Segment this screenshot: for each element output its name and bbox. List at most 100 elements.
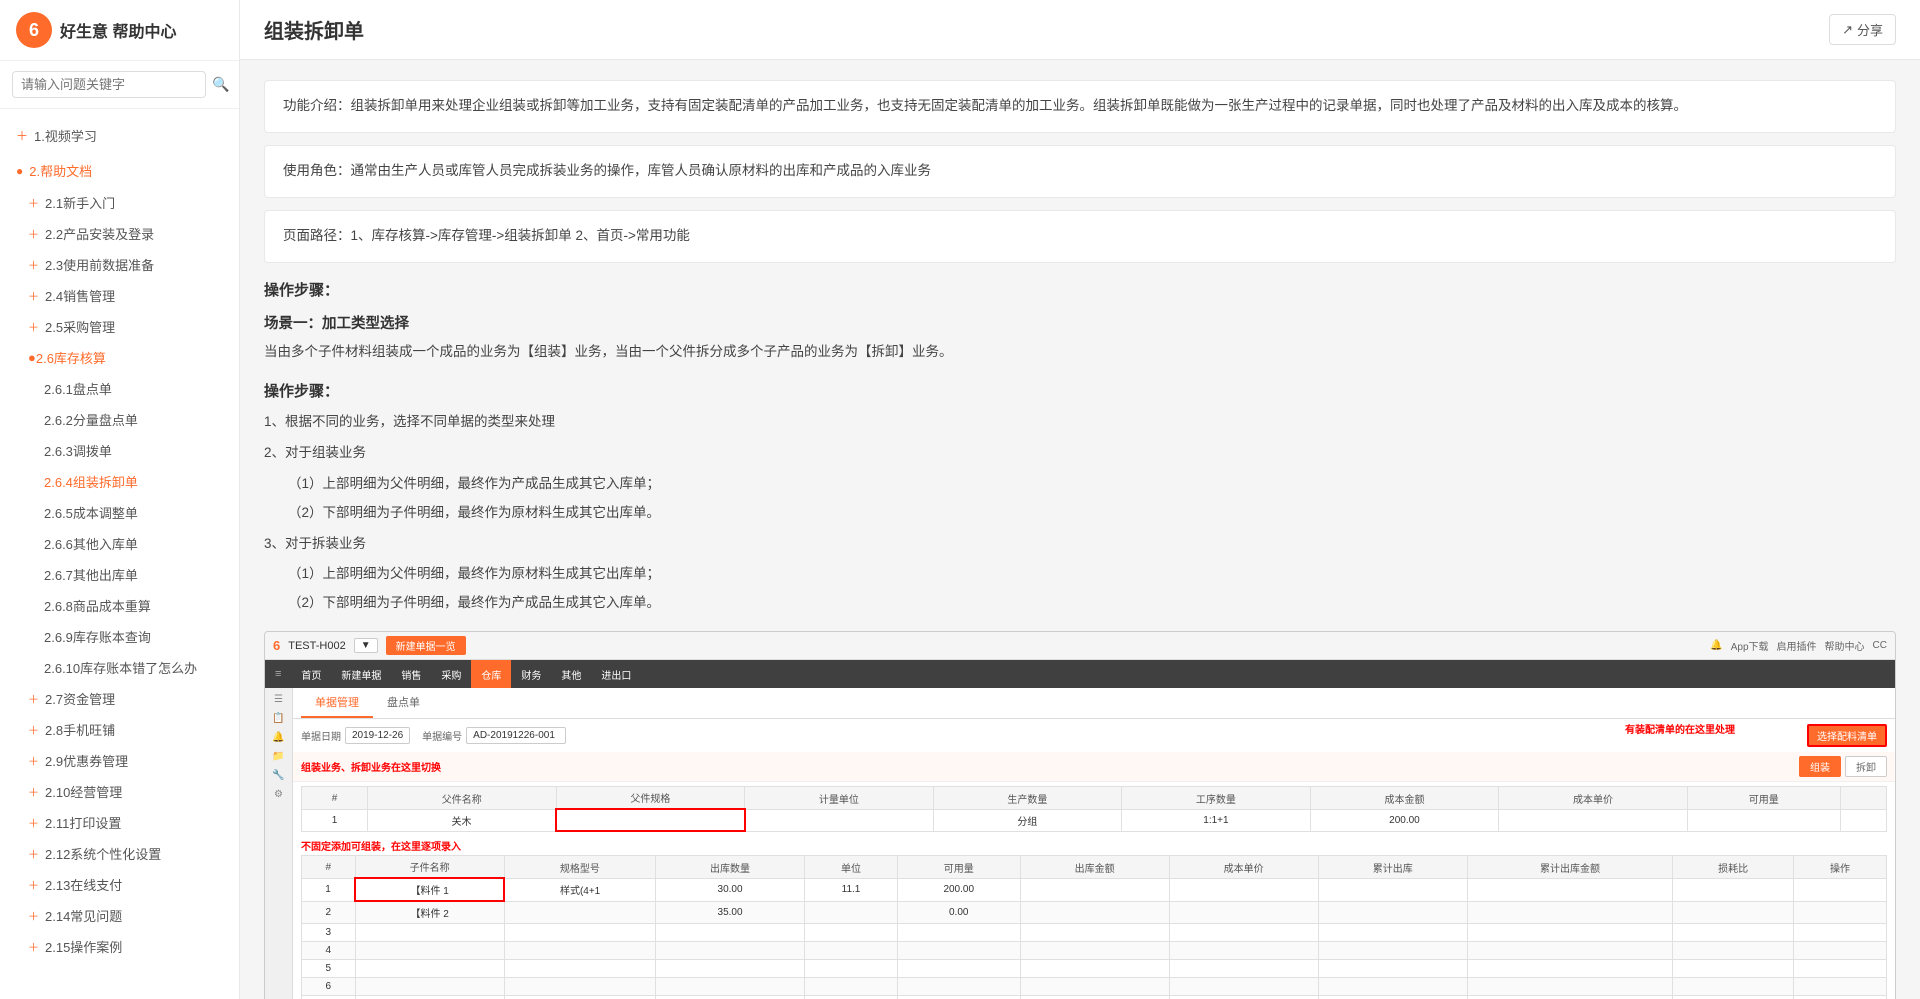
mock-dropdown: ▼ xyxy=(354,638,378,653)
mock-child-th-ucost: 成本单价 xyxy=(1169,856,1318,879)
annotation4: 不固定添加可组装，在这里逐项录入 xyxy=(301,838,461,853)
main-content: 组装拆卸单 ↗ 分享 功能介绍：组装拆卸单用来处理企业组装或拆卸等加工业务，支持… xyxy=(240,0,1920,999)
nav-subgroup-faq: ＋ 2.14常见问题 xyxy=(0,900,239,931)
nav-subgroup-purchase: ＋ 2.5采购管理 xyxy=(0,311,239,342)
nav-leaf-264[interactable]: 2.6.4组装拆卸单 xyxy=(0,466,239,497)
share-button[interactable]: ↗ 分享 xyxy=(1829,14,1896,45)
plus-icon-faq: ＋ xyxy=(28,908,39,924)
mock-bom-btn[interactable]: 选择配料清单 xyxy=(1807,724,1887,747)
mock-child-row-5: 5 xyxy=(302,960,1887,978)
path-block: 页面路径：1、库存核算->库存管理->组装拆卸单 2、首页->常用功能 xyxy=(264,210,1896,263)
nav-subgroup-install-title[interactable]: ＋ 2.2产品安装及登录 xyxy=(0,218,239,249)
mock-child-row-6: 6 xyxy=(302,978,1887,996)
nav-subgroup-inventory-title[interactable]: ● 2.6库存核算 xyxy=(0,342,239,373)
nav-subgroup-mobile: ＋ 2.8手机旺铺 xyxy=(0,714,239,745)
search-input[interactable] xyxy=(12,71,206,98)
plus-icon-new: ＋ xyxy=(28,195,39,211)
nav-subgroup-settings-title[interactable]: ＋ 2.12系统个性化设置 xyxy=(0,838,239,869)
mock-th-parent-name: 父件名称 xyxy=(368,787,557,810)
mock-tab-inventory[interactable]: 盘点单 xyxy=(373,688,434,718)
mock-nav-new[interactable]: 新建单据 xyxy=(331,660,391,688)
nav-group-docs-title[interactable]: ● 2.帮助文档 xyxy=(0,154,239,187)
mock-id-input[interactable]: AD-20191226-001 xyxy=(466,727,566,744)
nav-leaf-268[interactable]: 2.6.8商品成本重算 xyxy=(0,590,239,621)
nav-subgroup-faq-title[interactable]: ＋ 2.14常见问题 xyxy=(0,900,239,931)
mock-th-cost: 成本金额 xyxy=(1310,787,1499,810)
nav-subgroup-print: ＋ 2.11打印设置 xyxy=(0,807,239,838)
mock-parent-table: # 父件名称 父件规格 计量单位 生产数量 工序数量 成本金额 成本单价 可用量 xyxy=(301,786,1887,832)
nav-subgroup-fund: ＋ 2.7资金管理 xyxy=(0,683,239,714)
mock-child-th-amount: 出库金额 xyxy=(1020,856,1169,879)
nav-subgroup-cases-title[interactable]: ＋ 2.15操作案例 xyxy=(0,931,239,962)
step2-sub1: （1）上部明细为父件明细，最终作为产成品生成其它入库单； xyxy=(288,473,1896,496)
nav-subgroup-sales-title[interactable]: ＋ 2.4销售管理 xyxy=(0,280,239,311)
nav-subgroup-payment: ＋ 2.13在线支付 xyxy=(0,869,239,900)
sidebar-header: 6 好生意 帮助中心 xyxy=(0,0,239,61)
mock-nav-warehouse[interactable]: 仓库 xyxy=(471,660,511,688)
nav-subgroup-cases: ＋ 2.15操作案例 xyxy=(0,931,239,962)
mock-th-ops xyxy=(1840,787,1886,810)
nav-list: ＋ 1.视频学习 ● 2.帮助文档 ＋ 2.1新手入门 ＋ xyxy=(0,109,239,999)
annotation2: 组装业务、拆卸业务在这里切换 xyxy=(301,759,441,774)
nav-subgroup-coupon-title[interactable]: ＋ 2.9优惠券管理 xyxy=(0,745,239,776)
nav-leaf-266[interactable]: 2.6.6其他入库单 xyxy=(0,528,239,559)
share-icon: ↗ xyxy=(1842,22,1853,38)
mock-type-btns: 组装 拆卸 启用处理 xyxy=(1799,756,1887,777)
nav-group-video-title[interactable]: ＋ 1.视频学习 xyxy=(0,119,239,152)
nav-subgroup-payment-title[interactable]: ＋ 2.13在线支付 xyxy=(0,869,239,900)
content-area: 功能介绍：组装拆卸单用来处理企业组装或拆卸等加工业务，支持有固定装配清单的产品加… xyxy=(240,60,1920,999)
step1: 1、根据不同的业务，选择不同单据的类型来处理 xyxy=(264,411,1896,434)
nav-leaf-262[interactable]: 2.6.2分量盘点单 xyxy=(0,404,239,435)
sidebar: 6 好生意 帮助中心 🔍 ＋ 1.视频学习 ● 2.帮助文档 ＋ xyxy=(0,0,240,999)
mock-th-unit-cost: 成本单价 xyxy=(1499,787,1688,810)
mock-date-input[interactable]: 2019-12-26 xyxy=(345,727,410,744)
main-header: 组装拆卸单 ↗ 分享 xyxy=(240,0,1920,60)
mock-child-th-unit: 单位 xyxy=(805,856,898,879)
minus-icon-inventory: ● xyxy=(28,350,36,365)
search-icon[interactable]: 🔍 xyxy=(212,76,229,93)
nav-leaf-267[interactable]: 2.6.7其他出库单 xyxy=(0,559,239,590)
plus-icon: ＋ xyxy=(16,127,28,144)
nav-subgroup-ops: ＋ 2.10经营管理 xyxy=(0,776,239,807)
nav-subgroup-prepare-title[interactable]: ＋ 2.3使用前数据准备 xyxy=(0,249,239,280)
mock-child-th-op: 操作 xyxy=(1794,856,1887,879)
operations-title: 操作步骤： xyxy=(264,279,1896,300)
nav-subgroup-install: ＋ 2.2产品安装及登录 xyxy=(0,218,239,249)
plus-icon-purchase: ＋ xyxy=(28,319,39,335)
mock-th-avail: 可用量 xyxy=(1687,787,1840,810)
mock-child-th-avail: 可用量 xyxy=(897,856,1020,879)
mock-btn-assembly[interactable]: 组装 xyxy=(1799,756,1841,777)
plus-icon-print: ＋ xyxy=(28,815,39,831)
mock-nav-home[interactable]: 首页 xyxy=(291,660,331,688)
mock-nav-sales[interactable]: 销售 xyxy=(391,660,431,688)
mock-nav-other[interactable]: 其他 xyxy=(551,660,591,688)
nav-subgroup-new-title[interactable]: ＋ 2.1新手入门 xyxy=(0,187,239,218)
mock-process-type: 组装业务、拆卸业务在这里切换 组装 拆卸 启用处理 xyxy=(293,752,1895,782)
mock-nav-export[interactable]: 进出口 xyxy=(591,660,641,688)
mock-tab-docs[interactable]: 单据管理 xyxy=(301,688,373,718)
annotation1: 有装配清单的在这里处理 xyxy=(1625,721,1735,736)
nav-leaf-263[interactable]: 2.6.3调拨单 xyxy=(0,435,239,466)
nav-subgroup-print-title[interactable]: ＋ 2.11打印设置 xyxy=(0,807,239,838)
nav-leaf-2610[interactable]: 2.6.10库存账本错了怎么办 xyxy=(0,652,239,683)
mock-nav-purchase[interactable]: 采购 xyxy=(431,660,471,688)
mock-btn-disassembly[interactable]: 拆卸 xyxy=(1845,756,1887,777)
plus-icon-sales: ＋ xyxy=(28,288,39,304)
mock-tabbar: 单据管理 盘点单 xyxy=(293,688,1895,719)
nav-subgroup-settings: ＋ 2.12系统个性化设置 xyxy=(0,838,239,869)
logo-icon: 6 xyxy=(16,12,52,48)
nav-subgroup-purchase-title[interactable]: ＋ 2.5采购管理 xyxy=(0,311,239,342)
mock-new-btn[interactable]: 新建单据一览 xyxy=(386,636,466,655)
mock-child-table-area: # 子件名称 规格型号 出库数量 单位 可用量 出库金额 成本单价 累计出库 xyxy=(293,855,1895,999)
nav-leaf-265[interactable]: 2.6.5成本调整单 xyxy=(0,497,239,528)
mock-nav-finance[interactable]: 财务 xyxy=(511,660,551,688)
step3-sub2: （2）下部明细为子件明细，最终作为产成品生成其它入库单。 xyxy=(288,592,1896,615)
mock-parent-table-area: # 父件名称 父件规格 计量单位 生产数量 工序数量 成本金额 成本单价 可用量 xyxy=(293,782,1895,836)
mock-child-row-2: 2 【料件 2 35.00 0.00 xyxy=(302,901,1887,924)
nav-subgroup-mobile-title[interactable]: ＋ 2.8手机旺铺 xyxy=(0,714,239,745)
nav-subgroup-fund-title[interactable]: ＋ 2.7资金管理 xyxy=(0,683,239,714)
nav-subgroup-sales: ＋ 2.4销售管理 xyxy=(0,280,239,311)
nav-subgroup-ops-title[interactable]: ＋ 2.10经营管理 xyxy=(0,776,239,807)
nav-leaf-269[interactable]: 2.6.9库存账本查询 xyxy=(0,621,239,652)
nav-leaf-261[interactable]: 2.6.1盘点单 xyxy=(0,373,239,404)
